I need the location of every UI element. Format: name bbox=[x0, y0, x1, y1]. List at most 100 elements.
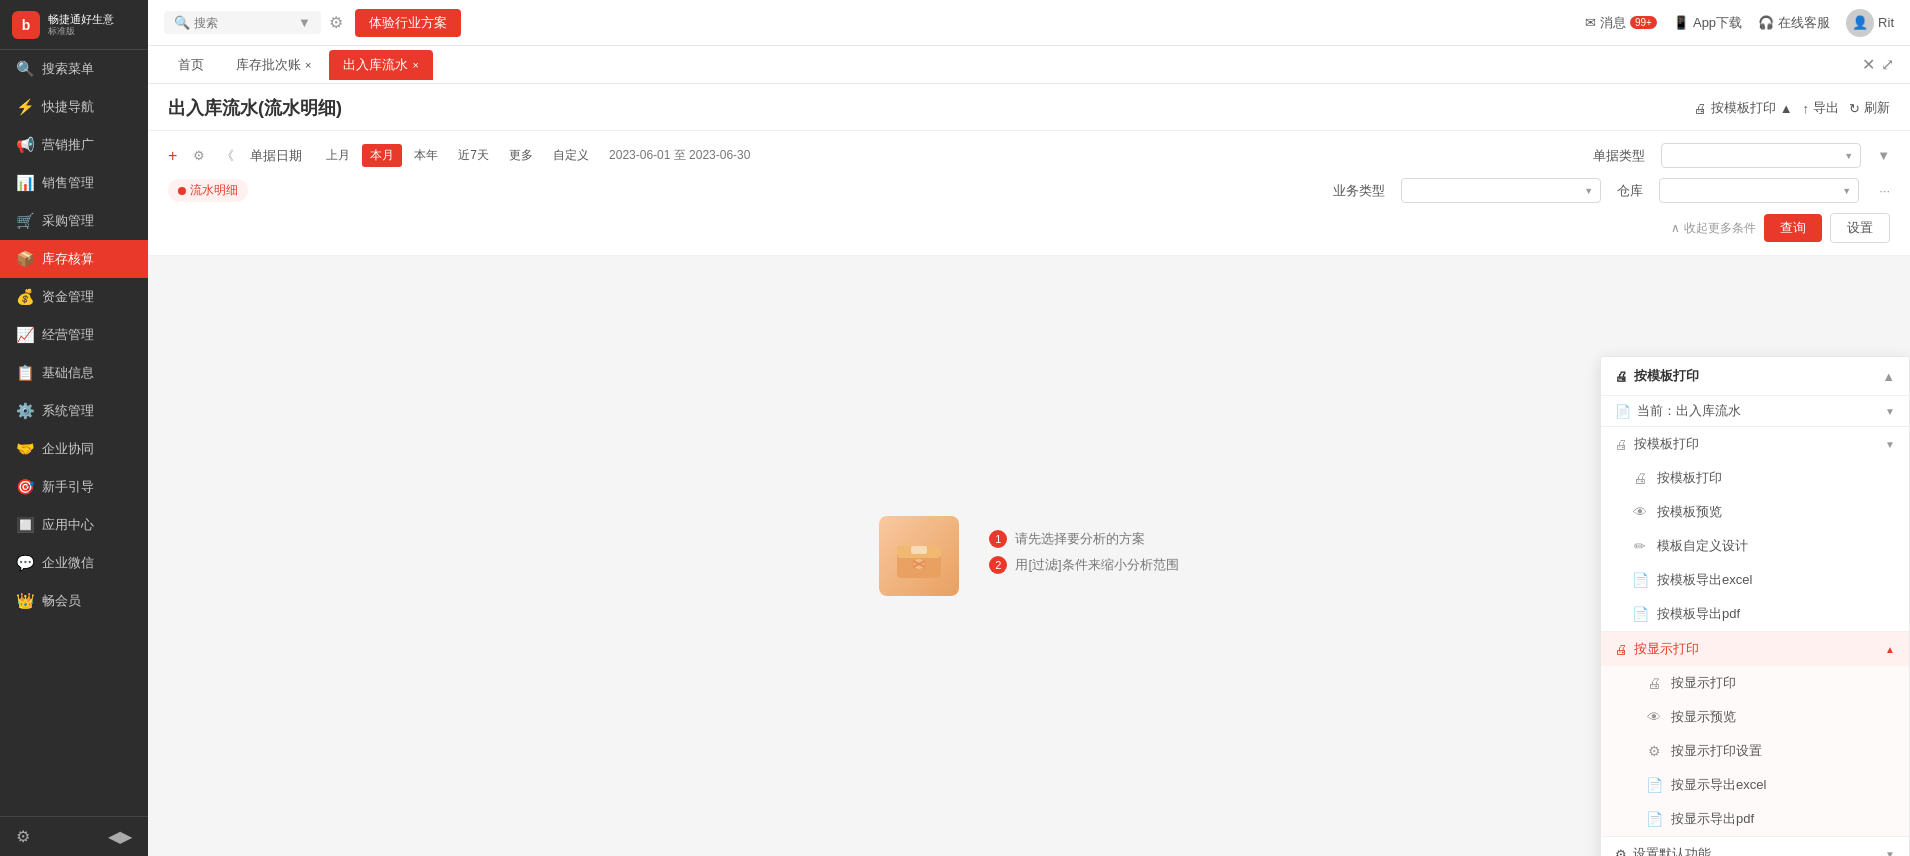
date-last-month[interactable]: 上月 bbox=[318, 144, 358, 167]
dropdown-template-preview-item[interactable]: 👁 按模板预览 bbox=[1601, 495, 1909, 529]
dropdown-template-pdf-item[interactable]: 📄 按模板导出pdf bbox=[1601, 597, 1909, 631]
sidebar-item-marketing[interactable]: 📢 营销推广 bbox=[0, 126, 148, 164]
filter-collapse-left-icon[interactable]: 《 bbox=[221, 147, 234, 165]
dropdown-template-print-item[interactable]: 🖨 按模板打印 bbox=[1601, 461, 1909, 495]
dropdown-expand-icon[interactable]: ▲ bbox=[1882, 369, 1895, 384]
tab-batch-close[interactable]: × bbox=[305, 59, 311, 71]
settings-button[interactable]: 设置 bbox=[1830, 213, 1890, 243]
date-custom[interactable]: 自定义 bbox=[545, 144, 597, 167]
date-7days[interactable]: 近7天 bbox=[450, 144, 497, 167]
date-this-year[interactable]: 本年 bbox=[406, 144, 446, 167]
dropdown-display-preview-item[interactable]: 👁 按显示预览 bbox=[1601, 700, 1909, 734]
header-right: ✉ 消息 99+ 📱 App下载 🎧 在线客服 👤 Rit bbox=[1585, 9, 1894, 37]
sidebar-item-guide[interactable]: 🎯 新手引导 bbox=[0, 468, 148, 506]
tab-close-all-button[interactable]: ✕ bbox=[1862, 55, 1875, 74]
date-this-month[interactable]: 本月 bbox=[362, 144, 402, 167]
dropdown-template-excel-item[interactable]: 📄 按模板导出excel bbox=[1601, 563, 1909, 597]
search-dropdown-icon[interactable]: ▼ bbox=[298, 15, 311, 30]
trend-icon: 📈 bbox=[16, 326, 34, 344]
display-preview-item-label: 按显示预览 bbox=[1671, 708, 1736, 726]
trial-button[interactable]: 体验行业方案 bbox=[355, 9, 461, 37]
filter-area: + ⚙ 《 单据日期 上月 本月 本年 近7天 更多 自定义 2023-06-0… bbox=[148, 131, 1910, 256]
user-avatar[interactable]: 👤 Rit bbox=[1846, 9, 1894, 37]
filter-add-icon[interactable]: + bbox=[168, 147, 177, 165]
phone-icon: 📱 bbox=[1673, 15, 1689, 30]
dropdown-template-custom-item[interactable]: ✏ 模板自定义设计 bbox=[1601, 529, 1909, 563]
search-input[interactable] bbox=[194, 16, 294, 30]
item-edit-icon: ✏ bbox=[1631, 538, 1649, 554]
collapse-footer-icon[interactable]: ◀▶ bbox=[108, 827, 132, 846]
filter-tag-label: 流水明细 bbox=[190, 182, 238, 199]
tab-home[interactable]: 首页 bbox=[164, 50, 218, 80]
item-display-pdf-icon: 📄 bbox=[1645, 811, 1663, 827]
voucher-type-more-icon[interactable]: ▼ bbox=[1877, 148, 1890, 163]
warehouse-select-wrap bbox=[1659, 178, 1859, 203]
sidebar-item-label: 库存核算 bbox=[42, 250, 94, 268]
template-print-button[interactable]: 🖨 按模板打印 ▲ bbox=[1694, 99, 1793, 117]
step-num-2: 2 bbox=[989, 556, 1007, 574]
tab-flow-close[interactable]: × bbox=[412, 59, 418, 71]
gear-icon: ⚙️ bbox=[16, 402, 34, 420]
online-service-button[interactable]: 🎧 在线客服 bbox=[1758, 14, 1830, 32]
sidebar-item-collab[interactable]: 🤝 企业协同 bbox=[0, 430, 148, 468]
dropdown-display-print-item[interactable]: 🖨 按显示打印 bbox=[1601, 666, 1909, 700]
dropdown-display-excel-item[interactable]: 📄 按显示导出excel bbox=[1601, 768, 1909, 802]
tab-flow[interactable]: 出入库流水 × bbox=[329, 50, 432, 80]
date-range-text: 2023-06-01 至 2023-06-30 bbox=[609, 147, 750, 164]
filter-gear-icon[interactable]: ⚙ bbox=[193, 148, 205, 163]
clipboard-icon: 📋 bbox=[16, 364, 34, 382]
collapse-more-btn[interactable]: ∧ 收起更多条件 bbox=[1671, 220, 1756, 237]
tab-bar: 首页 库存批次账 × 出入库流水 × ✕ ⤢ bbox=[148, 46, 1910, 84]
sidebar-item-wechat[interactable]: 💬 企业微信 bbox=[0, 544, 148, 582]
sidebar-item-purchase[interactable]: 🛒 采购管理 bbox=[0, 202, 148, 240]
dropdown-display-pdf-item[interactable]: 📄 按显示导出pdf bbox=[1601, 802, 1909, 836]
template-print-item-label: 按模板打印 bbox=[1657, 469, 1722, 487]
business-type-select[interactable] bbox=[1401, 178, 1601, 203]
sidebar-item-operations[interactable]: 📈 经营管理 bbox=[0, 316, 148, 354]
sidebar-item-sales[interactable]: 📊 销售管理 bbox=[0, 164, 148, 202]
dropdown-current-item[interactable]: 📄 当前：出入库流水 ▼ bbox=[1601, 396, 1909, 427]
message-icon: ✉ bbox=[1585, 15, 1596, 30]
filter-tag-dot bbox=[178, 187, 186, 195]
main-area: 🔍 ▼ ⚙ 体验行业方案 ✉ 消息 99+ 📱 App下载 🎧 在线客服 👤 bbox=[148, 0, 1910, 856]
date-more[interactable]: 更多 bbox=[501, 144, 541, 167]
sidebar-item-search[interactable]: 🔍 搜索菜单 bbox=[0, 50, 148, 88]
message-badge: 99+ bbox=[1630, 16, 1657, 29]
dropdown-display-settings-item[interactable]: ⚙ 按显示打印设置 bbox=[1601, 734, 1909, 768]
dropdown-footer[interactable]: ⚙ 设置默认功能 ▼ bbox=[1601, 837, 1909, 856]
business-type-select-wrap bbox=[1401, 178, 1601, 203]
template-custom-item-label: 模板自定义设计 bbox=[1657, 537, 1748, 555]
message-button[interactable]: ✉ 消息 99+ bbox=[1585, 14, 1657, 32]
template-section-label: 按模板打印 bbox=[1634, 435, 1699, 453]
company-name: 畅捷通好生意 bbox=[48, 12, 114, 26]
top-header: 🔍 ▼ ⚙ 体验行业方案 ✉ 消息 99+ 📱 App下载 🎧 在线客服 👤 bbox=[148, 0, 1910, 46]
sidebar-item-system[interactable]: ⚙️ 系统管理 bbox=[0, 392, 148, 430]
app-download-button[interactable]: 📱 App下载 bbox=[1673, 14, 1742, 32]
sidebar-item-finance[interactable]: 💰 资金管理 bbox=[0, 278, 148, 316]
display-section-chevron-icon: ▲ bbox=[1885, 644, 1895, 655]
refresh-button[interactable]: ↻ 刷新 bbox=[1849, 99, 1890, 117]
export-button[interactable]: ↑ 导出 bbox=[1803, 99, 1840, 117]
sidebar-item-inventory[interactable]: 📦 库存核算 bbox=[0, 240, 148, 278]
warehouse-select[interactable] bbox=[1659, 178, 1859, 203]
voucher-type-select[interactable] bbox=[1661, 143, 1861, 168]
query-button[interactable]: 查询 bbox=[1764, 214, 1822, 242]
sidebar-item-appcenter[interactable]: 🔲 应用中心 bbox=[0, 506, 148, 544]
step-num-1: 1 bbox=[989, 530, 1007, 548]
section-printer-icon: 🖨 bbox=[1615, 437, 1628, 452]
dropdown-template-section-header[interactable]: 🖨 按模板打印 ▼ bbox=[1601, 427, 1909, 461]
sidebar-item-shortcut[interactable]: ⚡ 快捷导航 bbox=[0, 88, 148, 126]
sidebar-item-basic[interactable]: 📋 基础信息 bbox=[0, 354, 148, 392]
filter-row-2: 流水明细 业务类型 仓库 ··· bbox=[168, 178, 1890, 203]
header-search-box[interactable]: 🔍 ▼ bbox=[164, 11, 321, 34]
dropdown-display-section-header[interactable]: 🖨 按显示打印 ▲ bbox=[1601, 632, 1909, 666]
sidebar-item-vip[interactable]: 👑 畅会员 bbox=[0, 582, 148, 620]
settings-footer-icon[interactable]: ⚙ bbox=[16, 827, 30, 846]
dropdown-display-section: 🖨 按显示打印 ▲ 🖨 按显示打印 👁 按显示预览 ⚙ bbox=[1601, 632, 1909, 837]
tab-batch[interactable]: 库存批次账 × bbox=[222, 50, 325, 80]
sidebar-item-label: 快捷导航 bbox=[42, 98, 94, 116]
gear-settings-icon[interactable]: ⚙ bbox=[329, 13, 343, 32]
warehouse-more-icon[interactable]: ··· bbox=[1879, 183, 1890, 198]
tab-maximize-button[interactable]: ⤢ bbox=[1881, 55, 1894, 74]
chat-icon: 💬 bbox=[16, 554, 34, 572]
